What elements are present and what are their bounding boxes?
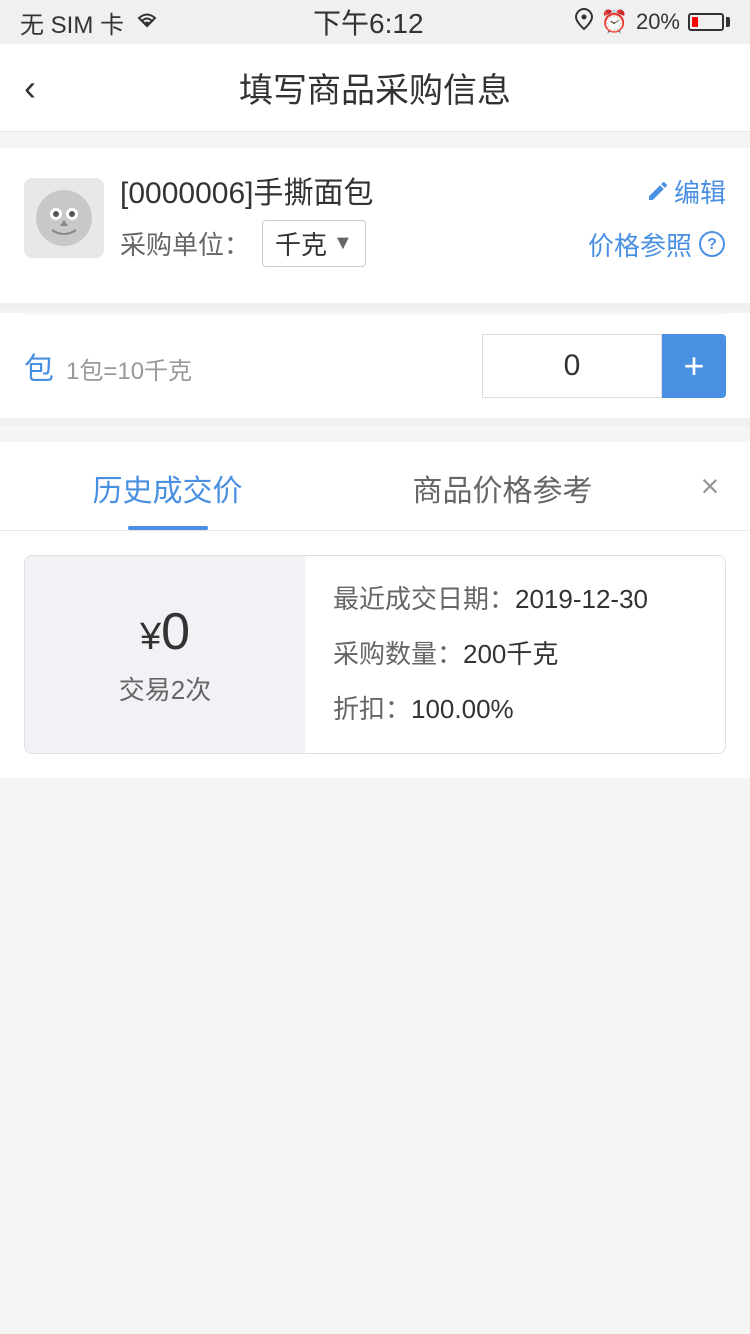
quantity-section: 包 1包=10千克 +: [0, 313, 750, 418]
tab-active-underline: [128, 526, 208, 530]
svg-text:?: ?: [707, 236, 717, 253]
wifi-icon: [132, 8, 162, 37]
product-name-section: [0000006]手撕面包 采购单位： 千克 ▼: [120, 168, 373, 267]
product-actions: 编辑 价格参照 ?: [588, 173, 726, 263]
section-divider-2: [0, 418, 750, 426]
edit-icon: [646, 179, 670, 203]
price-right-panel: 最近成交日期：2019-12-30 采购数量：200千克 折扣：100.00%: [305, 556, 725, 753]
tab-history-price[interactable]: 历史成交价: [0, 442, 335, 530]
quantity-input-group: +: [482, 334, 726, 398]
unit-value: 千克: [275, 225, 327, 262]
quantity-plus-button[interactable]: +: [662, 334, 726, 398]
help-icon: ?: [698, 230, 726, 258]
tabs-panel: 历史成交价 商品价格参考 × ¥0 交易2次 最近成交日期：2019-12-30…: [0, 442, 750, 778]
unit-dropdown-arrow: ▼: [333, 232, 353, 255]
page-title: 填写商品采购信息: [239, 63, 511, 112]
price-left-panel: ¥0 交易2次: [25, 556, 305, 753]
back-button[interactable]: ‹: [24, 67, 36, 109]
status-right: ⏰ 20%: [575, 8, 730, 36]
status-left: 无 SIM 卡: [20, 5, 162, 40]
tab-close-button[interactable]: ×: [670, 468, 750, 505]
product-logo-svg: [32, 186, 96, 250]
package-desc: 1包=10千克: [66, 351, 192, 386]
package-char: 包: [24, 344, 54, 388]
product-unit-row: 采购单位： 千克 ▼: [120, 220, 373, 267]
product-image: [24, 178, 104, 258]
info-discount: 折扣：100.00%: [333, 690, 697, 729]
sim-status: 无 SIM 卡: [20, 5, 124, 40]
battery-icon: [688, 13, 730, 31]
unit-label: 采购单位：: [120, 225, 250, 262]
battery-percent: 20%: [636, 9, 680, 35]
product-header: [0000006]手撕面包 采购单位： 千克 ▼ 编辑 价格参照 ?: [24, 168, 726, 267]
location-icon: [575, 8, 593, 36]
product-id-name: [0000006]手撕面包: [120, 168, 373, 212]
status-time: 下午6:12: [313, 2, 424, 42]
price-info-card: ¥0 交易2次 最近成交日期：2019-12-30 采购数量：200千克 折扣：…: [24, 555, 726, 754]
quantity-label: 包 1包=10千克: [24, 344, 192, 388]
price-amount: ¥0: [140, 602, 190, 662]
tab-product-price-ref[interactable]: 商品价格参考: [335, 442, 670, 530]
unit-select[interactable]: 千克 ▼: [262, 220, 366, 267]
nav-bar: ‹ 填写商品采购信息: [0, 44, 750, 132]
product-left: [0000006]手撕面包 采购单位： 千克 ▼: [24, 168, 373, 267]
info-quantity: 采购数量：200千克: [333, 635, 697, 674]
tabs-header: 历史成交价 商品价格参考 ×: [0, 442, 750, 531]
alarm-icon: ⏰: [601, 9, 628, 35]
info-recent-date: 最近成交日期：2019-12-30: [333, 580, 697, 619]
price-info-section: ¥0 交易2次 最近成交日期：2019-12-30 采购数量：200千克 折扣：…: [0, 531, 750, 778]
status-bar: 无 SIM 卡 下午6:12 ⏰ 20%: [0, 0, 750, 44]
quantity-input[interactable]: [482, 334, 662, 398]
price-ref-button[interactable]: 价格参照 ?: [588, 226, 726, 263]
quantity-row: 包 1包=10千克 +: [24, 313, 726, 418]
section-divider-1: [0, 303, 750, 311]
product-card: [0000006]手撕面包 采购单位： 千克 ▼ 编辑 价格参照 ?: [0, 148, 750, 303]
price-trade-count: 交易2次: [119, 670, 211, 707]
edit-button[interactable]: 编辑: [646, 173, 726, 210]
